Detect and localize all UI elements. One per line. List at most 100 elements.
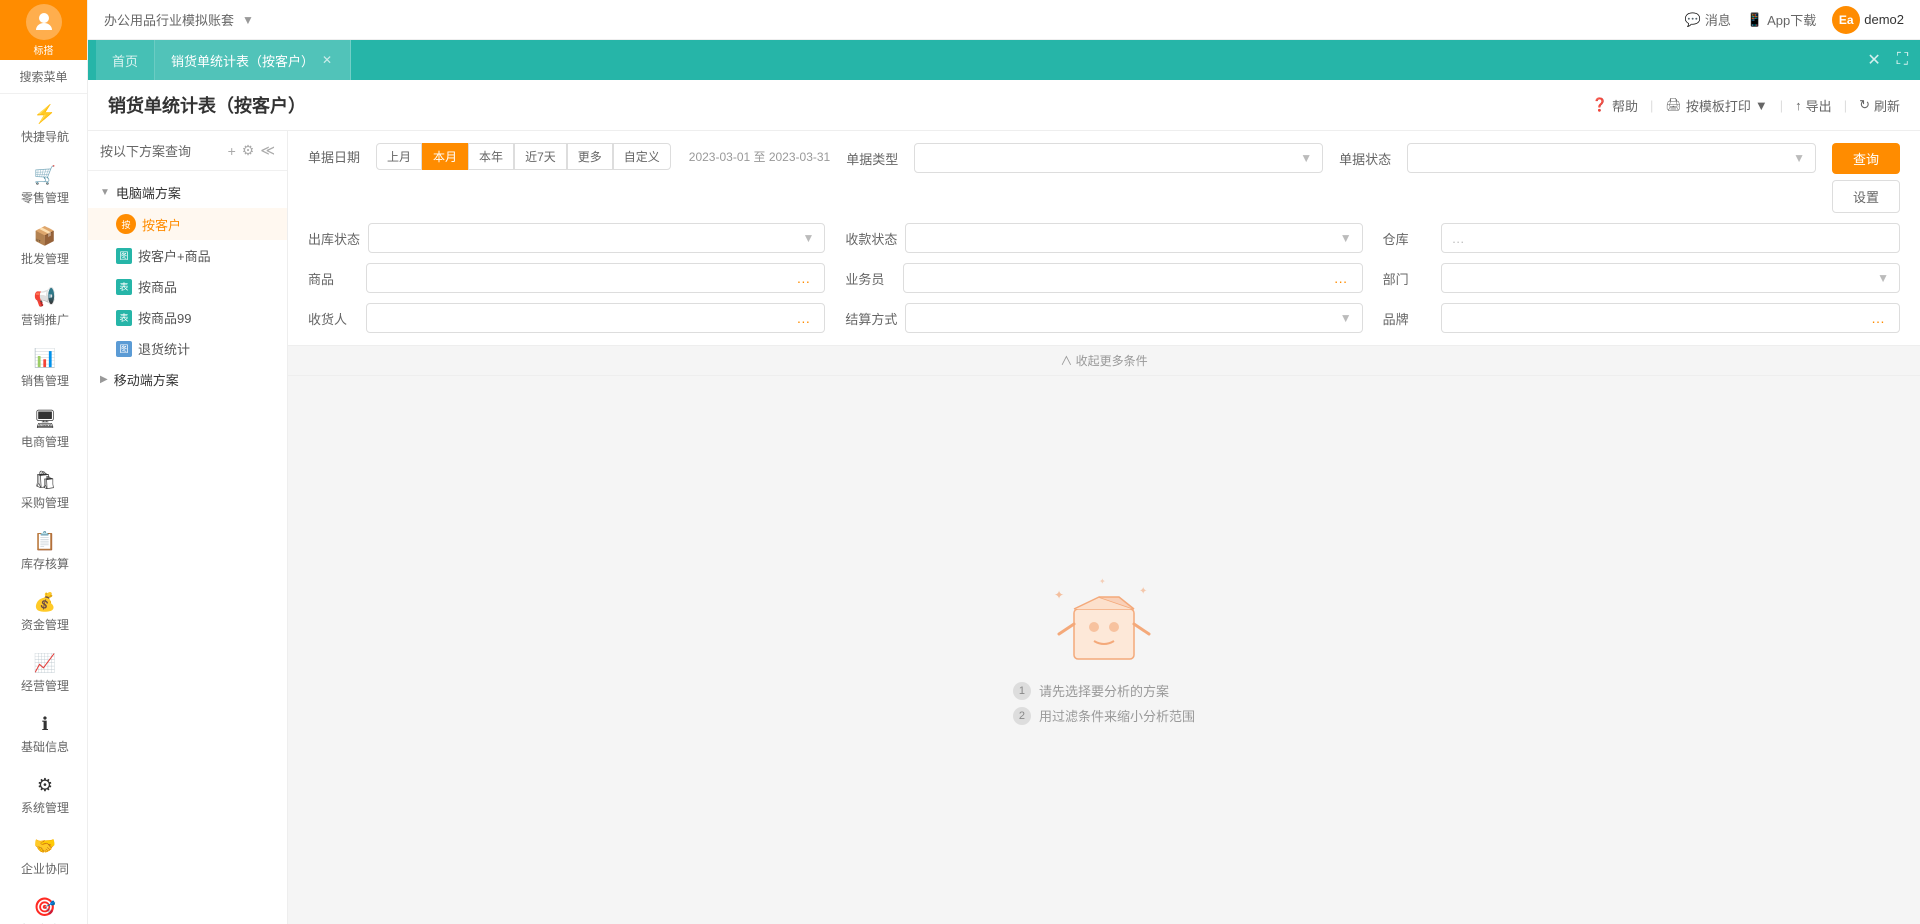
tab-close-button[interactable]: ✕	[1863, 46, 1884, 74]
print-dropdown-icon: ▼	[1755, 98, 1768, 113]
goods-dots-icon[interactable]: …	[792, 270, 814, 286]
add-scheme-button[interactable]: +	[228, 143, 236, 159]
doc-status-arrow-icon: ▼	[1793, 151, 1805, 165]
date-filter-group: 上月 本月 本年 近7天 更多 自定义	[376, 143, 671, 170]
logo[interactable]: 标搭	[0, 0, 87, 60]
date-btn-custom[interactable]: 自定义	[613, 143, 671, 170]
receiver-input[interactable]: …	[366, 303, 825, 333]
sidebar-item-kuaisudaohang[interactable]: ⚡ 快捷导航	[0, 94, 87, 155]
sidebar-item-label: 采购管理	[21, 494, 69, 511]
sidebar-item-jingying[interactable]: 📈 经营管理	[0, 643, 87, 704]
page-title: 销货单统计表（按客户）	[108, 92, 306, 118]
department-filter: 部门 ▼	[1383, 263, 1900, 293]
sidebar-item-label: 系统管理	[21, 799, 69, 816]
export-button[interactable]: ↑ 导出	[1795, 96, 1832, 115]
filter-row-4: 收货人 … 结算方式 ▼ 品牌	[308, 303, 1900, 333]
sidebar: 标搭 搜索菜单 ⚡ 快捷导航 🛒 零售管理 📦 批发管理 📢 营销推广 📊 销售…	[0, 0, 88, 924]
sidebar-item-qiyexietong[interactable]: 🤝 企业协同	[0, 826, 87, 887]
sidebar-item-xitong[interactable]: ⚙ 系统管理	[0, 765, 87, 826]
warehouse-filter: 仓库 …	[1383, 223, 1900, 253]
sidebar-item-caigou[interactable]: 🛍 采购管理	[0, 460, 87, 521]
date-btn-more[interactable]: 更多	[567, 143, 613, 170]
scheme-item-tuihuotongji[interactable]: 图 退货统计	[88, 333, 287, 364]
sidebar-item-lingshouguanli[interactable]: 🛒 零售管理	[0, 155, 87, 216]
date-btn-last-month[interactable]: 上月	[376, 143, 422, 170]
empty-tip-2: 2 用过滤条件来缩小分析范围	[1013, 706, 1195, 725]
message-button[interactable]: 💬 消息	[1685, 10, 1731, 29]
print-button[interactable]: 🖨 按模板打印 ▼	[1665, 96, 1767, 115]
svg-text:✦: ✦	[1139, 586, 1147, 597]
tab-home-label: 首页	[112, 51, 138, 70]
sidebar-item-yingxiao[interactable]: 📢 营销推广	[0, 277, 87, 338]
doc-status-select[interactable]: ▼	[1407, 143, 1816, 173]
salesman-dots-icon[interactable]: …	[1330, 270, 1352, 286]
sidebar-item-kucun[interactable]: 📋 库存核算	[0, 521, 87, 582]
nav-icon: 📈	[34, 653, 56, 674]
divider: |	[1650, 98, 1653, 113]
receipt-select[interactable]: ▼	[905, 223, 1362, 253]
doc-type-select[interactable]: ▼	[914, 143, 1323, 173]
settings-button[interactable]: 设置	[1832, 180, 1900, 213]
scheme-group-mobile: ▶ 移动端方案	[88, 364, 287, 395]
tip-num-1: 1	[1013, 682, 1031, 700]
svg-text:✦: ✦	[1099, 577, 1106, 586]
app-download-label: App下载	[1767, 10, 1816, 29]
receiver-label: 收货人	[308, 309, 358, 328]
filter-area: 单据日期 上月 本月 本年 近7天 更多 自定义 2023-03-01 至 20…	[288, 131, 1920, 346]
sidebar-item-jichu[interactable]: ℹ 基础信息	[0, 704, 87, 765]
date-btn-this-year[interactable]: 本年	[468, 143, 514, 170]
help-button[interactable]: ❓ 帮助	[1592, 96, 1638, 115]
scheme-item-bykehushangpin[interactable]: 图 按客户+商品	[88, 240, 287, 271]
collapse-panel-button[interactable]: ≪	[260, 142, 275, 159]
warehouse-placeholder: …	[1452, 231, 1465, 246]
delivery-label: 出库状态	[308, 229, 360, 248]
date-btn-7days[interactable]: 近7天	[514, 143, 567, 170]
tab-sales-stats-label: 销货单统计表（按客户）	[171, 51, 314, 70]
refresh-button[interactable]: ↻ 刷新	[1859, 96, 1900, 115]
date-btn-this-month[interactable]: 本月	[422, 143, 468, 170]
warehouse-select[interactable]: …	[1441, 223, 1900, 253]
scheme-icon-table: 表	[116, 279, 132, 295]
sidebar-item-xiaoshou[interactable]: 📊 销售管理	[0, 338, 87, 399]
delivery-filter: 出库状态 ▼	[308, 223, 825, 253]
sidebar-item-pifaguanli[interactable]: 📦 批发管理	[0, 216, 87, 277]
salesman-input[interactable]: …	[903, 263, 1362, 293]
app-download-button[interactable]: 📱 App下载	[1747, 10, 1816, 29]
brand-dots-icon[interactable]: …	[1867, 310, 1889, 326]
top-header-right: 💬 消息 📱 App下载 Ea demo2	[1685, 6, 1904, 34]
sidebar-item-dianshang[interactable]: 🖥 电商管理	[0, 399, 87, 460]
sidebar-search[interactable]: 搜索菜单	[0, 60, 87, 94]
doc-type-arrow-icon: ▼	[1300, 151, 1312, 165]
tab-sales-stats[interactable]: 销货单统计表（按客户） ✕	[155, 40, 351, 80]
sidebar-item-label: 基础信息	[21, 738, 69, 755]
delivery-select[interactable]: ▼	[368, 223, 825, 253]
settings-scheme-button[interactable]: ⚙	[242, 142, 255, 159]
scheme-group-pc-header[interactable]: ▼ 电脑端方案	[88, 177, 287, 208]
scheme-item-byshangpin[interactable]: 表 按商品	[88, 271, 287, 302]
scheme-item-byshangpin99[interactable]: 表 按商品99	[88, 302, 287, 333]
tab-home[interactable]: 首页	[96, 40, 155, 80]
sidebar-item-xinshou[interactable]: 🎯 新手引导	[0, 887, 87, 924]
tab-maximize-button[interactable]: ⛶	[1893, 47, 1912, 73]
sidebar-item-zijin[interactable]: 💰 资金管理	[0, 582, 87, 643]
query-button[interactable]: 查询	[1832, 143, 1900, 174]
user-profile[interactable]: Ea demo2	[1832, 6, 1904, 34]
tab-close-icon[interactable]: ✕	[320, 51, 334, 69]
scheme-group-mobile-header[interactable]: ▶ 移动端方案	[88, 364, 287, 395]
search-menu-label[interactable]: 搜索菜单	[19, 70, 67, 84]
scheme-icon-active: 按	[116, 214, 136, 234]
svg-text:✦: ✦	[1054, 588, 1064, 602]
download-icon: 📱	[1747, 12, 1763, 28]
nav-icon: 🎯	[34, 897, 56, 918]
collapse-bar[interactable]: ∧ 收起更多条件	[288, 346, 1920, 376]
brand-filter: 品牌 …	[1383, 303, 1900, 333]
doc-status-label: 单据状态	[1339, 149, 1391, 168]
nav-icon: ⚙	[37, 775, 53, 796]
department-select[interactable]: ▼	[1441, 263, 1900, 293]
goods-input[interactable]: …	[366, 263, 825, 293]
receiver-dots-icon[interactable]: …	[792, 310, 814, 326]
top-header-dropdown[interactable]: ▼	[242, 13, 254, 27]
scheme-item-bykehù[interactable]: 按 按客户	[88, 208, 287, 240]
brand-input[interactable]: …	[1441, 303, 1900, 333]
settlement-select[interactable]: ▼	[905, 303, 1362, 333]
